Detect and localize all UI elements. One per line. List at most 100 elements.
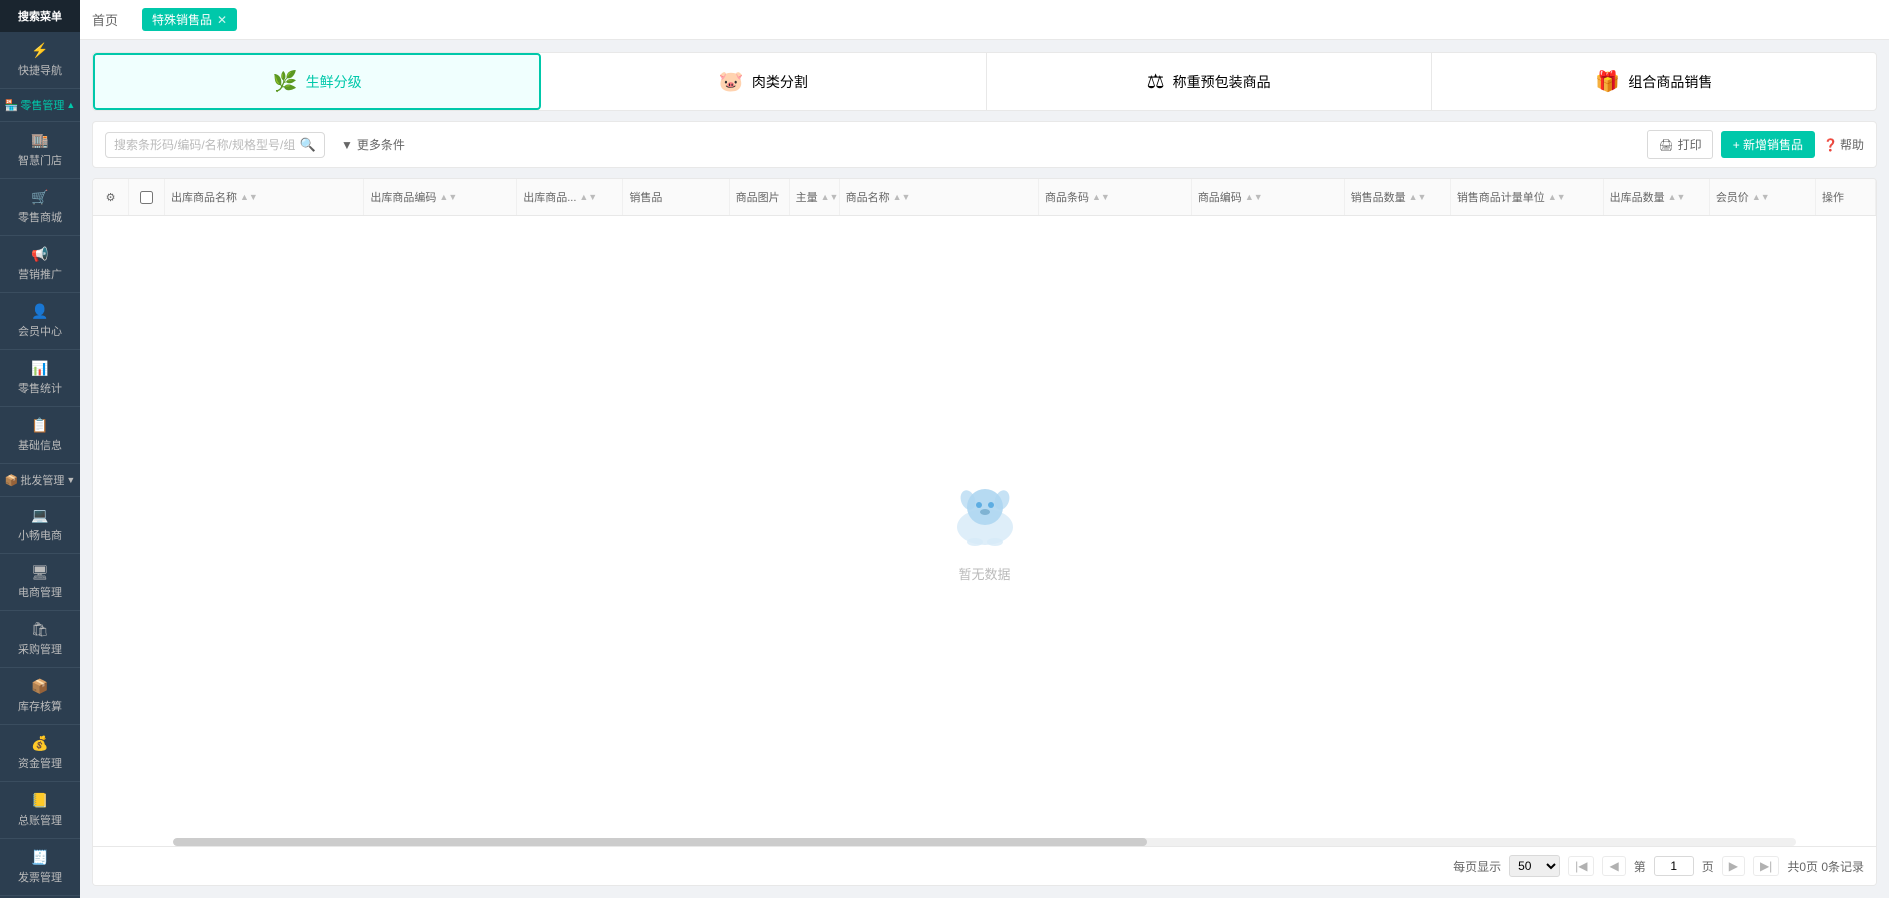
th-barcode: 商品条码 ▲▼ (1039, 179, 1192, 215)
prev-page-button[interactable]: ◀ (1602, 856, 1625, 876)
sidebar-item-ecom-mgmt[interactable]: 🖥 电商管理 (0, 554, 80, 611)
help-label: 帮助 (1840, 136, 1864, 153)
sidebar-item-general-ledger[interactable]: 📒 总账管理 (0, 782, 80, 839)
sidebar-item-fund-mgmt[interactable]: 💰 资金管理 (0, 725, 80, 782)
sort-arrows-saleqty[interactable]: ▲▼ (1409, 193, 1427, 202)
general-ledger-icon: 📒 (31, 792, 48, 809)
settings-icon: ⚙ (106, 191, 116, 204)
search-box[interactable]: 🔍 (105, 132, 325, 158)
page-size-select[interactable]: 10 20 50 100 (1509, 855, 1560, 877)
sidebar-item-retail-mgmt[interactable]: 🏪 零售管理 ▲ (0, 89, 80, 122)
th-goods-code-label: 商品编码 (1198, 189, 1242, 205)
retail-mgmt-icon: 🏪 (5, 99, 19, 112)
active-tab[interactable]: 特殊销售品 ✕ (142, 8, 237, 31)
topbar: 首页 特殊销售品 ✕ (80, 0, 1889, 40)
mini-ecom-icon: 💻 (31, 507, 48, 524)
combo-icon: 🎁 (1595, 69, 1620, 94)
retail-mall-icon: 🛒 (31, 189, 48, 206)
breadcrumb-home[interactable]: 首页 (92, 10, 118, 29)
th-main: 主量 ▲▼ (790, 179, 840, 215)
close-tab-icon[interactable]: ✕ (217, 13, 227, 27)
smart-store-icon: 🏬 (31, 132, 48, 149)
th-sale-item: 销售品 (623, 179, 729, 215)
print-icon: 🖨 (1658, 138, 1673, 152)
sort-arrows-outqty[interactable]: ▲▼ (1668, 193, 1686, 202)
page-label: 第 (1634, 858, 1646, 875)
sidebar-item-stock-check[interactable]: 📦 库存核算 (0, 668, 80, 725)
sidebar-item-smart-store[interactable]: 🏬 智慧门店 (0, 122, 80, 179)
search-icon: 🔍 (300, 137, 316, 153)
th-op: 操作 (1816, 179, 1876, 215)
sort-arrows-outname[interactable]: ▲▼ (240, 193, 258, 202)
print-button[interactable]: 🖨 打印 (1647, 130, 1712, 159)
th-checkbox[interactable] (129, 179, 165, 215)
cat-tab-meat[interactable]: 🐷 肉类分割 (541, 53, 986, 110)
sort-arrows-outsku[interactable]: ▲▼ (579, 193, 597, 202)
active-tab-label: 特殊销售品 (152, 11, 212, 28)
main-area: 首页 特殊销售品 ✕ 🌿 生鲜分级 🐷 肉类分割 ⚖ 称重预包装商品 🎁 (80, 0, 1889, 898)
quick-nav-icon: ⚡ (31, 42, 48, 59)
sort-arrows-price[interactable]: ▲▼ (1752, 193, 1770, 202)
pagination-bar: 每页显示 10 20 50 100 |◀ ◀ 第 页 ▶ ▶| 共0页 0条记录 (93, 846, 1876, 885)
cat-tab-combo[interactable]: 🎁 组合商品销售 (1432, 53, 1876, 110)
fresh-icon: 🌿 (273, 69, 298, 94)
th-price: 会员价 ▲▼ (1710, 179, 1816, 215)
fresh-label: 生鲜分级 (306, 72, 362, 92)
th-out-sku-label: 出库商品... (523, 189, 576, 205)
sidebar-item-invoice-mgmt[interactable]: 🧾 发票管理 (0, 839, 80, 896)
sidebar-item-retail-stats[interactable]: 📊 零售统计 (0, 350, 80, 407)
toolbar: 🔍 ▼ 更多条件 🖨 打印 + 新增销售品 ❓ 帮助 (92, 121, 1877, 168)
toolbar-right: 🖨 打印 + 新增销售品 ❓ 帮助 (1647, 130, 1864, 159)
filter-button[interactable]: ▼ 更多条件 (333, 132, 413, 157)
member-center-icon: 👤 (31, 303, 48, 320)
combo-label: 组合商品销售 (1628, 72, 1712, 92)
fund-mgmt-icon: 💰 (31, 735, 48, 752)
page-input[interactable] (1654, 856, 1694, 876)
sidebar-item-retail-mall[interactable]: 🛒 零售商城 (0, 179, 80, 236)
th-out-code-label: 出库商品编码 (370, 189, 436, 205)
first-page-button[interactable]: |◀ (1568, 856, 1594, 876)
sort-arrows-main[interactable]: ▲▼ (821, 193, 839, 202)
sort-arrows-goodsname[interactable]: ▲▼ (893, 193, 911, 202)
th-goods-code: 商品编码 ▲▼ (1192, 179, 1345, 215)
horizontal-scrollbar[interactable] (173, 838, 1796, 846)
last-page-button[interactable]: ▶| (1753, 856, 1779, 876)
table-body: 暂无数据 (93, 216, 1876, 838)
select-all-checkbox[interactable] (140, 191, 153, 204)
empty-state: 暂无数据 (940, 472, 1030, 583)
sidebar-logo[interactable]: 搜索菜单 (0, 0, 80, 32)
add-sales-button[interactable]: + 新增销售品 (1721, 131, 1815, 158)
sidebar-item-quick-nav[interactable]: ⚡ 快捷导航 (0, 32, 80, 89)
table-container: ⚙ 出库商品名称 ▲▼ 出库商品编码 ▲▼ 出库商品... ▲▼ (92, 178, 1877, 886)
cat-tab-fresh[interactable]: 🌿 生鲜分级 (93, 53, 541, 110)
sidebar-item-basic-info[interactable]: 📋 基础信息 (0, 407, 80, 464)
sidebar-item-wholesale-mgmt[interactable]: 📦 批发管理 ▼ (0, 464, 80, 497)
sidebar-item-member-center[interactable]: 👤 会员中心 (0, 293, 80, 350)
th-out-name: 出库商品名称 ▲▼ (165, 179, 364, 215)
search-input[interactable] (114, 138, 296, 152)
sidebar-item-sales-promo[interactable]: 📢 营销推广 (0, 236, 80, 293)
next-page-button[interactable]: ▶ (1722, 856, 1745, 876)
meat-icon: 🐷 (719, 69, 744, 94)
page-size-label: 每页显示 (1453, 858, 1501, 875)
add-label: + 新增销售品 (1733, 136, 1803, 153)
th-goods-name: 商品名称 ▲▼ (840, 179, 1039, 215)
cat-tab-weigh[interactable]: ⚖ 称重预包装商品 (987, 53, 1432, 110)
help-button[interactable]: ❓ 帮助 (1823, 136, 1864, 153)
th-sale-qty-label: 销售品数量 (1351, 189, 1406, 205)
sort-arrows-saleunit[interactable]: ▲▼ (1548, 193, 1566, 202)
sidebar-item-purchase-mgmt[interactable]: 🛍 采购管理 (0, 611, 80, 668)
th-sale-qty: 销售品数量 ▲▼ (1345, 179, 1451, 215)
th-main-label: 主量 (796, 189, 818, 205)
sort-arrows-outcode[interactable]: ▲▼ (439, 193, 457, 202)
th-settings[interactable]: ⚙ (93, 179, 129, 215)
sort-arrows-barcode[interactable]: ▲▼ (1092, 193, 1110, 202)
help-icon: ❓ (1823, 138, 1838, 152)
scrollbar-thumb[interactable] (173, 838, 1147, 846)
table-header: ⚙ 出库商品名称 ▲▼ 出库商品编码 ▲▼ 出库商品... ▲▼ (93, 179, 1876, 216)
sidebar-item-mini-ecom[interactable]: 💻 小畅电商 (0, 497, 80, 554)
invoice-mgmt-icon: 🧾 (31, 849, 48, 866)
sort-arrows-goodscode[interactable]: ▲▼ (1245, 193, 1263, 202)
empty-illustration (940, 472, 1030, 552)
th-out-name-label: 出库商品名称 (171, 189, 237, 205)
